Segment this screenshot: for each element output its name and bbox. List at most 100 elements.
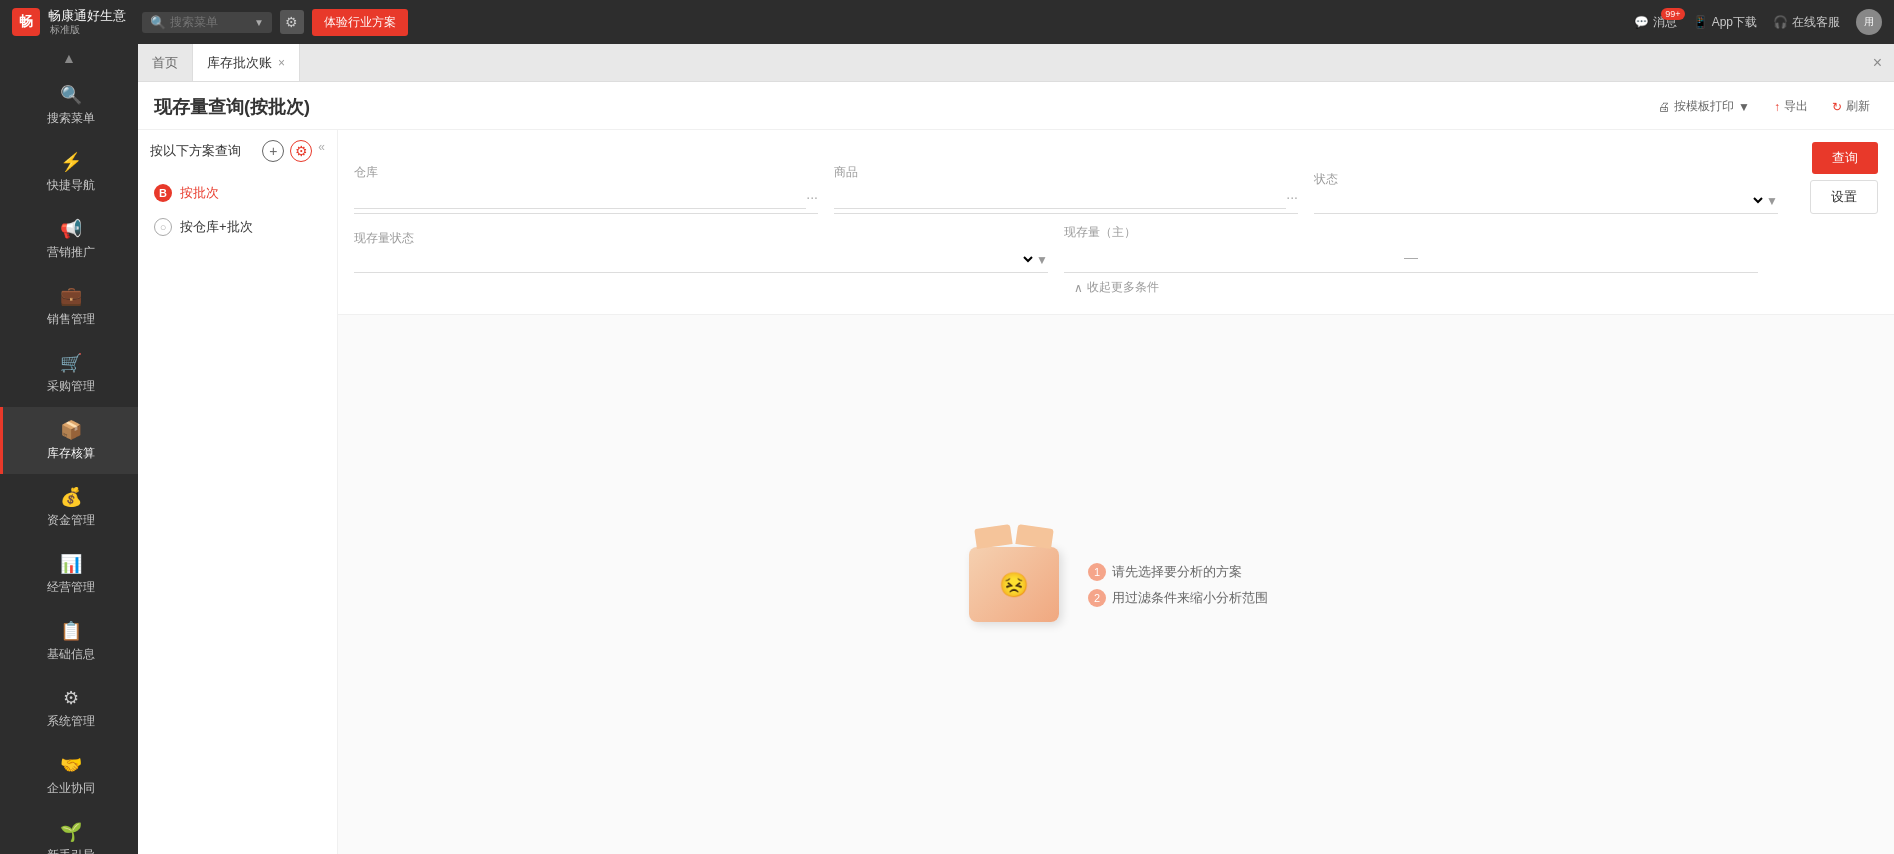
goods-filter: 商品 ··· [834,164,1298,214]
online-service-btn[interactable]: 🎧 在线客服 [1773,14,1840,31]
inventory-qty-to-input[interactable] [1426,245,1758,268]
inventory-qty-from-input[interactable] [1064,245,1396,268]
sidebar-item-inventory[interactable]: 📦 库存核算 [0,407,138,474]
sales-icon: 💼 [60,285,82,307]
sidebar-item-enterprise[interactable]: 🤝 企业协同 [0,742,138,809]
sidebar-item-finance[interactable]: 💰 资金管理 [0,474,138,541]
search-menu-icon: 🔍 [60,84,82,106]
online-service-label: 在线客服 [1792,14,1840,31]
print-label: 按模板打印 [1674,98,1734,115]
sidebar-item-search[interactable]: 🔍 搜索菜单 [0,72,138,139]
sidebar-label-sales: 销售管理 [47,311,95,328]
query-btn[interactable]: 查询 [1812,142,1878,174]
sidebar-item-beginner[interactable]: 🌱 新手引导 [0,809,138,854]
empty-msg-1: 1 请先选择要分析的方案 [1088,563,1268,581]
print-btn[interactable]: 🖨 按模板打印 ▼ [1650,94,1758,119]
refresh-btn[interactable]: ↻ 刷新 [1824,94,1878,119]
goods-label: 商品 [834,164,1298,181]
search-icon: 🔍 [150,15,166,30]
left-panel: 按以下方案查询 + ⚙ « B [138,130,338,854]
tab-close-icon[interactable]: × [278,56,285,70]
app-version: 标准版 [50,24,126,36]
gear-button[interactable]: ⚙ [280,10,304,34]
user-avatar[interactable]: 用 [1856,9,1882,35]
sidebar-label-finance: 资金管理 [47,512,95,529]
status-select[interactable] [1314,192,1766,209]
sidebar-item-system[interactable]: ⚙ 系统管理 [0,675,138,742]
left-panel-collapse-icon[interactable]: « [318,140,325,162]
inventory-qty-filter: 现存量（主） — [1064,224,1758,273]
sidebar-label-marketing: 营销推广 [47,244,95,261]
enterprise-icon: 🤝 [60,754,82,776]
tab-inventory-batch-label: 库存批次账 [207,54,272,72]
inventory-status-select[interactable] [354,251,1036,268]
plan-label-warehouse-batch: 按仓库+批次 [180,218,253,236]
warehouse-input-wrap: ··· [354,185,818,214]
inventory-status-select-wrap: ▼ [354,251,1048,273]
messages-btn[interactable]: 💬 消息 99+ [1634,14,1677,31]
sidebar-item-quick-nav[interactable]: ⚡ 快捷导航 [0,139,138,206]
tab-inventory-batch[interactable]: 库存批次账 × [193,44,300,81]
status-filter: 状态 ▼ [1314,171,1778,214]
sidebar-item-sales[interactable]: 💼 销售管理 [0,273,138,340]
sidebar-item-operations[interactable]: 📊 经营管理 [0,541,138,608]
experience-btn[interactable]: 体验行业方案 [312,9,408,36]
page-content: 现存量查询(按批次) 🖨 按模板打印 ▼ ↑ 导出 ↻ 刷新 [138,82,1894,854]
marketing-icon: 📢 [60,218,82,240]
operations-icon: 📊 [60,553,82,575]
export-btn[interactable]: ↑ 导出 [1766,94,1816,119]
app-logo: 畅 [12,8,40,36]
search-bar[interactable]: 🔍 ▼ [142,12,272,33]
goods-input[interactable] [834,185,1286,209]
plan-label-batch: 按批次 [180,184,219,202]
sidebar-scroll-up[interactable]: ▲ [0,44,138,72]
plan-item-warehouse-batch[interactable]: ○ 按仓库+批次 [138,210,337,244]
left-panel-title: 按以下方案查询 [150,142,241,160]
app-download-btn[interactable]: 📱 App下载 [1693,14,1757,31]
gear-icon: ⚙ [285,14,298,30]
page-header: 现存量查询(按批次) 🖨 按模板打印 ▼ ↑ 导出 ↻ 刷新 [138,82,1894,130]
add-icon: + [269,143,277,159]
app-brand: 畅康通好生意 [48,8,126,24]
sidebar-label-base: 基础信息 [47,646,95,663]
sidebar-item-purchase[interactable]: 🛒 采购管理 [0,340,138,407]
goods-input-wrap: ··· [834,185,1298,214]
sidebar-label-enterprise: 企业协同 [47,780,95,797]
main-layout: ▲ 🔍 搜索菜单 ⚡ 快捷导航 📢 营销推广 💼 销售管理 🛒 采购管理 📦 库… [0,44,1894,854]
tab-bar: 首页 库存批次账 × × [138,44,1894,82]
messages-badge: 99+ [1661,8,1684,20]
empty-msg-2-text: 用过滤条件来缩小分析范围 [1112,589,1268,607]
quick-nav-icon: ⚡ [60,151,82,173]
plan-settings-btn[interactable]: ⚙ [290,140,312,162]
sidebar-label-inventory: 库存核算 [47,445,95,462]
warehouse-input[interactable] [354,185,806,209]
purchase-icon: 🛒 [60,352,82,374]
add-plan-btn[interactable]: + [262,140,284,162]
collapse-label: 收起更多条件 [1087,279,1159,296]
refresh-icon: ↻ [1832,100,1842,114]
export-label: 导出 [1784,98,1808,115]
refresh-label: 刷新 [1846,98,1870,115]
mobile-icon: 📱 [1693,15,1708,29]
status-label: 状态 [1314,171,1778,188]
set-btn[interactable]: 设置 [1810,180,1878,214]
sidebar-item-base[interactable]: 📋 基础信息 [0,608,138,675]
warehouse-more-btn[interactable]: ··· [806,189,818,205]
finance-icon: 💰 [60,486,82,508]
tab-home[interactable]: 首页 [138,44,193,81]
sidebar: ▲ 🔍 搜索菜单 ⚡ 快捷导航 📢 营销推广 💼 销售管理 🛒 采购管理 📦 库… [0,44,138,854]
chevron-down-icon: ▼ [254,17,264,28]
warehouse-label: 仓库 [354,164,818,181]
collapse-row[interactable]: ∧ 收起更多条件 [354,273,1878,302]
goods-more-btn[interactable]: ··· [1286,189,1298,205]
print-dropdown-icon: ▼ [1738,100,1750,114]
sidebar-label-quick-nav: 快捷导航 [47,177,95,194]
search-input[interactable] [170,15,250,29]
inventory-qty-label: 现存量（主） [1064,224,1758,241]
inventory-status-label: 现存量状态 [354,230,1048,247]
sidebar-label-purchase: 采购管理 [47,378,95,395]
plan-icon-warehouse-batch: ○ [154,218,172,236]
plan-item-batch[interactable]: B 按批次 [138,176,337,210]
tab-bar-close-btn[interactable]: × [1861,54,1894,72]
sidebar-item-marketing[interactable]: 📢 营销推广 [0,206,138,273]
